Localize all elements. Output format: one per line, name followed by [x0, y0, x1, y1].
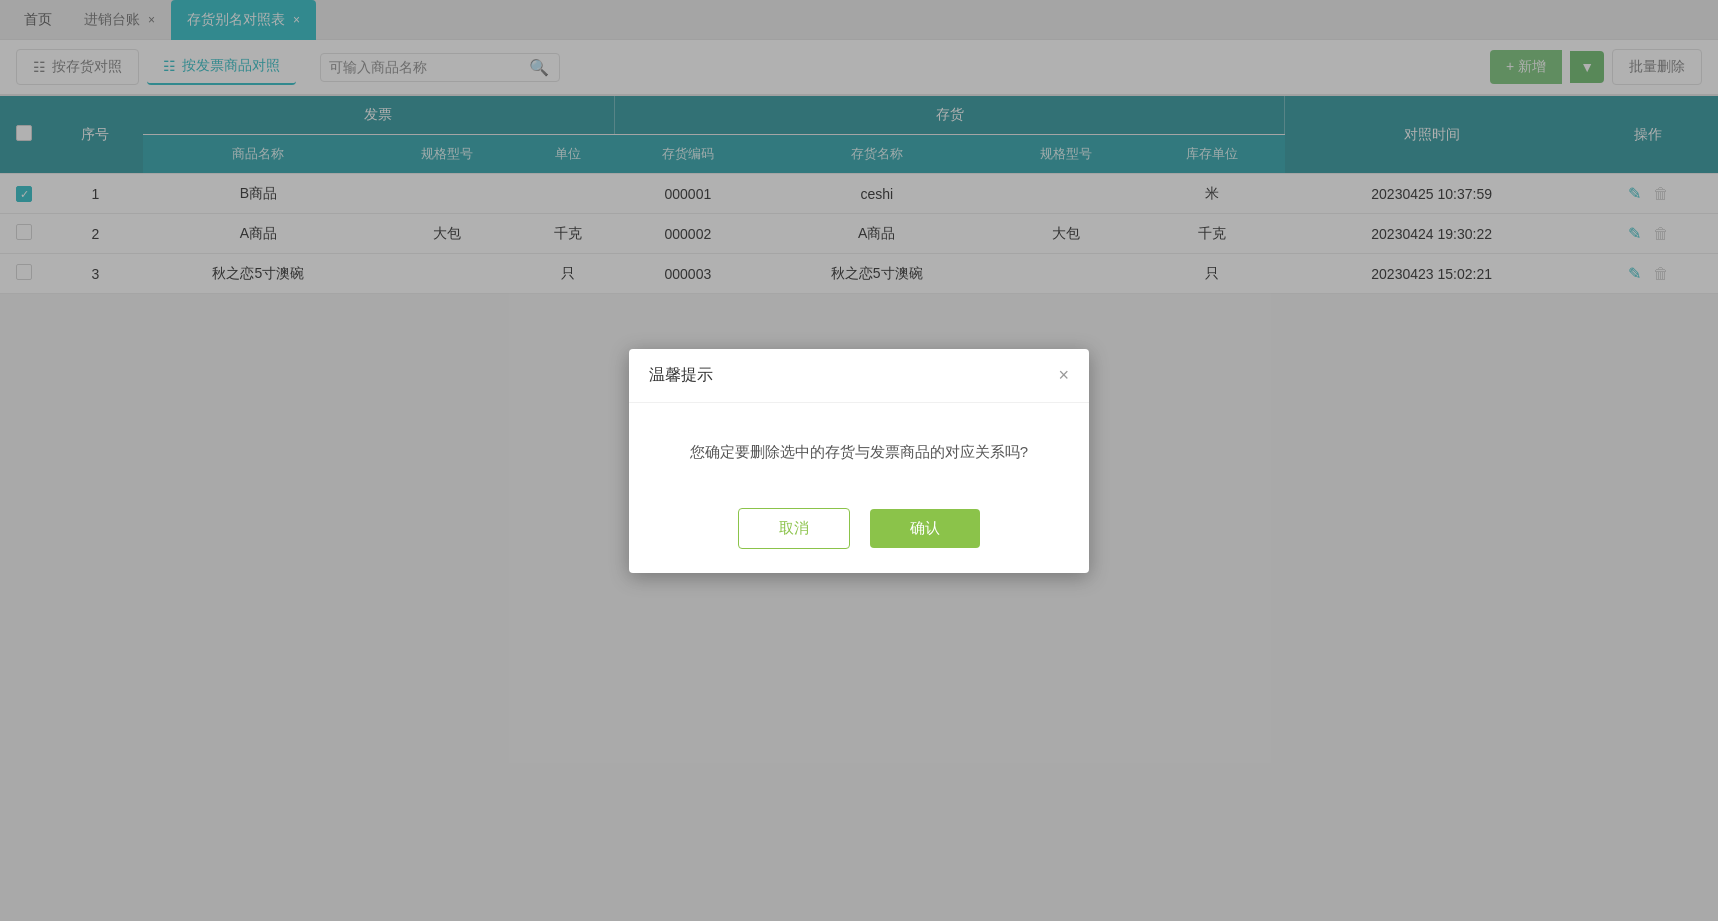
btn-confirm[interactable]: 确认 [870, 509, 980, 548]
dialog-footer: 取消 确认 [629, 492, 1089, 573]
overlay: 温馨提示 × 您确定要删除选中的存货与发票商品的对应关系吗? 取消 确认 [0, 0, 1718, 921]
dialog-body: 您确定要删除选中的存货与发票商品的对应关系吗? [629, 403, 1089, 492]
dialog-close[interactable]: × [1058, 366, 1069, 384]
dialog-header: 温馨提示 × [629, 349, 1089, 403]
dialog: 温馨提示 × 您确定要删除选中的存货与发票商品的对应关系吗? 取消 确认 [629, 349, 1089, 573]
btn-cancel[interactable]: 取消 [738, 508, 850, 549]
dialog-title: 温馨提示 [649, 365, 713, 386]
dialog-message: 您确定要删除选中的存货与发票商品的对应关系吗? [690, 443, 1028, 460]
